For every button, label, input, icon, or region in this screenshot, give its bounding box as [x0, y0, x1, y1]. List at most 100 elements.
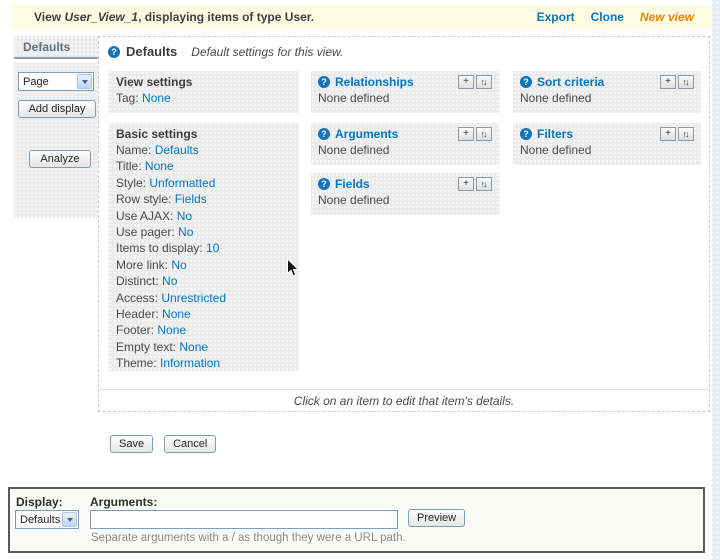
- panel-subtitle: Default settings for this view.: [191, 44, 344, 59]
- setting-value-link[interactable]: 10: [206, 241, 219, 255]
- setting-label: Access:: [116, 290, 159, 305]
- help-icon[interactable]: ?: [520, 76, 532, 88]
- basic-settings-box: Basic settings Name: Defaults Title: Non…: [109, 123, 299, 371]
- export-link[interactable]: Export: [537, 10, 575, 24]
- setting-row-access: Access: Unrestricted: [116, 290, 292, 306]
- setting-value-link[interactable]: Fields: [175, 192, 207, 206]
- empty-text: None defined: [318, 143, 390, 157]
- preview-panel: Display: Defaults Arguments: Preview Sep…: [8, 487, 705, 553]
- panel-hint: Click on an item to edit that item's det…: [99, 389, 709, 412]
- setting-value-link[interactable]: No: [178, 225, 193, 239]
- help-icon[interactable]: ?: [520, 128, 532, 140]
- filters-box: ? Filters + ↑↓ None defined: [513, 123, 701, 165]
- setting-row-use-pager: Use pager: No: [116, 224, 292, 240]
- rearrange-icon[interactable]: ↑↓: [476, 177, 492, 191]
- display-label: Display:: [16, 495, 63, 509]
- setting-row-use-ajax: Use AJAX: No: [116, 208, 292, 224]
- setting-label: Theme:: [116, 356, 157, 371]
- setting-value-link[interactable]: Defaults: [155, 143, 199, 157]
- save-button[interactable]: Save: [110, 435, 154, 453]
- setting-label: Items to display:: [116, 241, 203, 256]
- view-settings-box: View settings Tag: None: [109, 71, 299, 113]
- empty-text: None defined: [318, 193, 390, 207]
- setting-value-link[interactable]: None: [142, 91, 171, 105]
- basic-settings-title: Basic settings: [116, 127, 198, 141]
- help-icon[interactable]: ?: [108, 45, 120, 58]
- add-icon[interactable]: +: [458, 75, 474, 89]
- view-summary-prefix: View: [34, 10, 65, 24]
- sort-criteria-link[interactable]: Sort criteria: [537, 75, 604, 89]
- add-display-button[interactable]: Add display: [18, 100, 96, 118]
- setting-value-link[interactable]: None: [179, 340, 208, 354]
- relationships-link[interactable]: Relationships: [335, 75, 414, 89]
- preview-button[interactable]: Preview: [408, 509, 466, 527]
- setting-value-link[interactable]: Unformatted: [149, 176, 215, 190]
- setting-label: Distinct:: [116, 274, 159, 289]
- setting-value-link[interactable]: None: [145, 159, 174, 173]
- add-icon[interactable]: +: [458, 177, 474, 191]
- rearrange-icon[interactable]: ↑↓: [678, 75, 694, 89]
- page-canvas: View User_View_1, displaying items of ty…: [0, 0, 712, 560]
- analyze-button[interactable]: Analyze: [29, 150, 91, 168]
- rearrange-icon[interactable]: ↑↓: [476, 127, 492, 141]
- empty-text: None defined: [520, 143, 592, 157]
- chevron-down-icon: [62, 512, 77, 527]
- setting-value-link[interactable]: No: [171, 258, 186, 272]
- fields-link[interactable]: Fields: [335, 177, 370, 191]
- fields-box: ? Fields + ↑↓ None defined: [311, 173, 499, 215]
- message-bar: View User_View_1, displaying items of ty…: [12, 5, 712, 29]
- setting-label: More link:: [116, 257, 169, 272]
- setting-row-more-link: More link: No: [116, 257, 292, 273]
- setting-row-distinct: Distinct: No: [116, 273, 292, 289]
- setting-value-link[interactable]: No: [162, 274, 177, 288]
- arguments-label: Arguments:: [90, 495, 158, 509]
- add-icon[interactable]: +: [458, 127, 474, 141]
- empty-text: None defined: [318, 91, 390, 105]
- help-icon[interactable]: ?: [318, 128, 330, 140]
- cancel-button[interactable]: Cancel: [164, 435, 217, 453]
- rearrange-icon[interactable]: ↑↓: [476, 75, 492, 89]
- setting-value-link[interactable]: None: [162, 307, 191, 321]
- defaults-display-panel: ? Defaults Default settings for this vie…: [98, 36, 710, 412]
- setting-row-style: Style: Unformatted: [116, 175, 292, 191]
- setting-value-link[interactable]: Unrestricted: [161, 291, 226, 305]
- setting-row-name: Name: Defaults: [116, 142, 292, 158]
- sort-criteria-box: ? Sort criteria + ↑↓ None defined: [513, 71, 701, 113]
- setting-label: Title:: [116, 159, 142, 174]
- rearrange-icon[interactable]: ↑↓: [678, 127, 694, 141]
- setting-value-link[interactable]: None: [157, 323, 186, 337]
- setting-label: Name:: [116, 143, 152, 157]
- setting-label: Header:: [116, 307, 159, 322]
- setting-label: Tag:: [116, 91, 139, 105]
- help-icon[interactable]: ?: [318, 76, 330, 88]
- arguments-input[interactable]: [90, 510, 398, 529]
- setting-row-title: Title: None: [116, 158, 292, 174]
- help-icon[interactable]: ?: [318, 178, 330, 190]
- setting-value-link[interactable]: Information: [160, 356, 220, 370]
- add-icon[interactable]: +: [660, 75, 676, 89]
- add-icon[interactable]: +: [660, 127, 676, 141]
- arguments-hint: Separate arguments with a / as though th…: [91, 532, 406, 544]
- view-action-links: Export Clone New view: [537, 10, 694, 24]
- setting-label: Use pager:: [116, 225, 175, 240]
- display-type-select-value: Page: [23, 75, 49, 88]
- setting-row-row-style: Row style: Fields: [116, 191, 292, 207]
- tab-defaults[interactable]: Defaults: [14, 36, 98, 59]
- clone-link[interactable]: Clone: [591, 10, 624, 24]
- filters-link[interactable]: Filters: [537, 127, 573, 141]
- arguments-box: ? Arguments + ↑↓ None defined: [311, 123, 499, 165]
- view-summary-text: View User_View_1, displaying items of ty…: [34, 10, 537, 24]
- setting-row-footer: Footer: None: [116, 322, 292, 338]
- panel-title: Defaults: [126, 44, 178, 59]
- arguments-link[interactable]: Arguments: [335, 127, 398, 141]
- chevron-down-icon: [77, 74, 92, 89]
- relationships-box: ? Relationships + ↑↓ None defined: [311, 71, 499, 113]
- new-view-link[interactable]: New view: [640, 10, 694, 24]
- preview-display-select[interactable]: Defaults: [15, 510, 79, 529]
- setting-label: Footer:: [116, 323, 155, 338]
- empty-text: None defined: [520, 91, 592, 105]
- setting-row-theme: Theme: Information: [116, 355, 292, 371]
- form-actions: Save Cancel: [110, 435, 217, 453]
- display-type-select[interactable]: Page: [18, 72, 94, 91]
- setting-value-link[interactable]: No: [177, 209, 192, 223]
